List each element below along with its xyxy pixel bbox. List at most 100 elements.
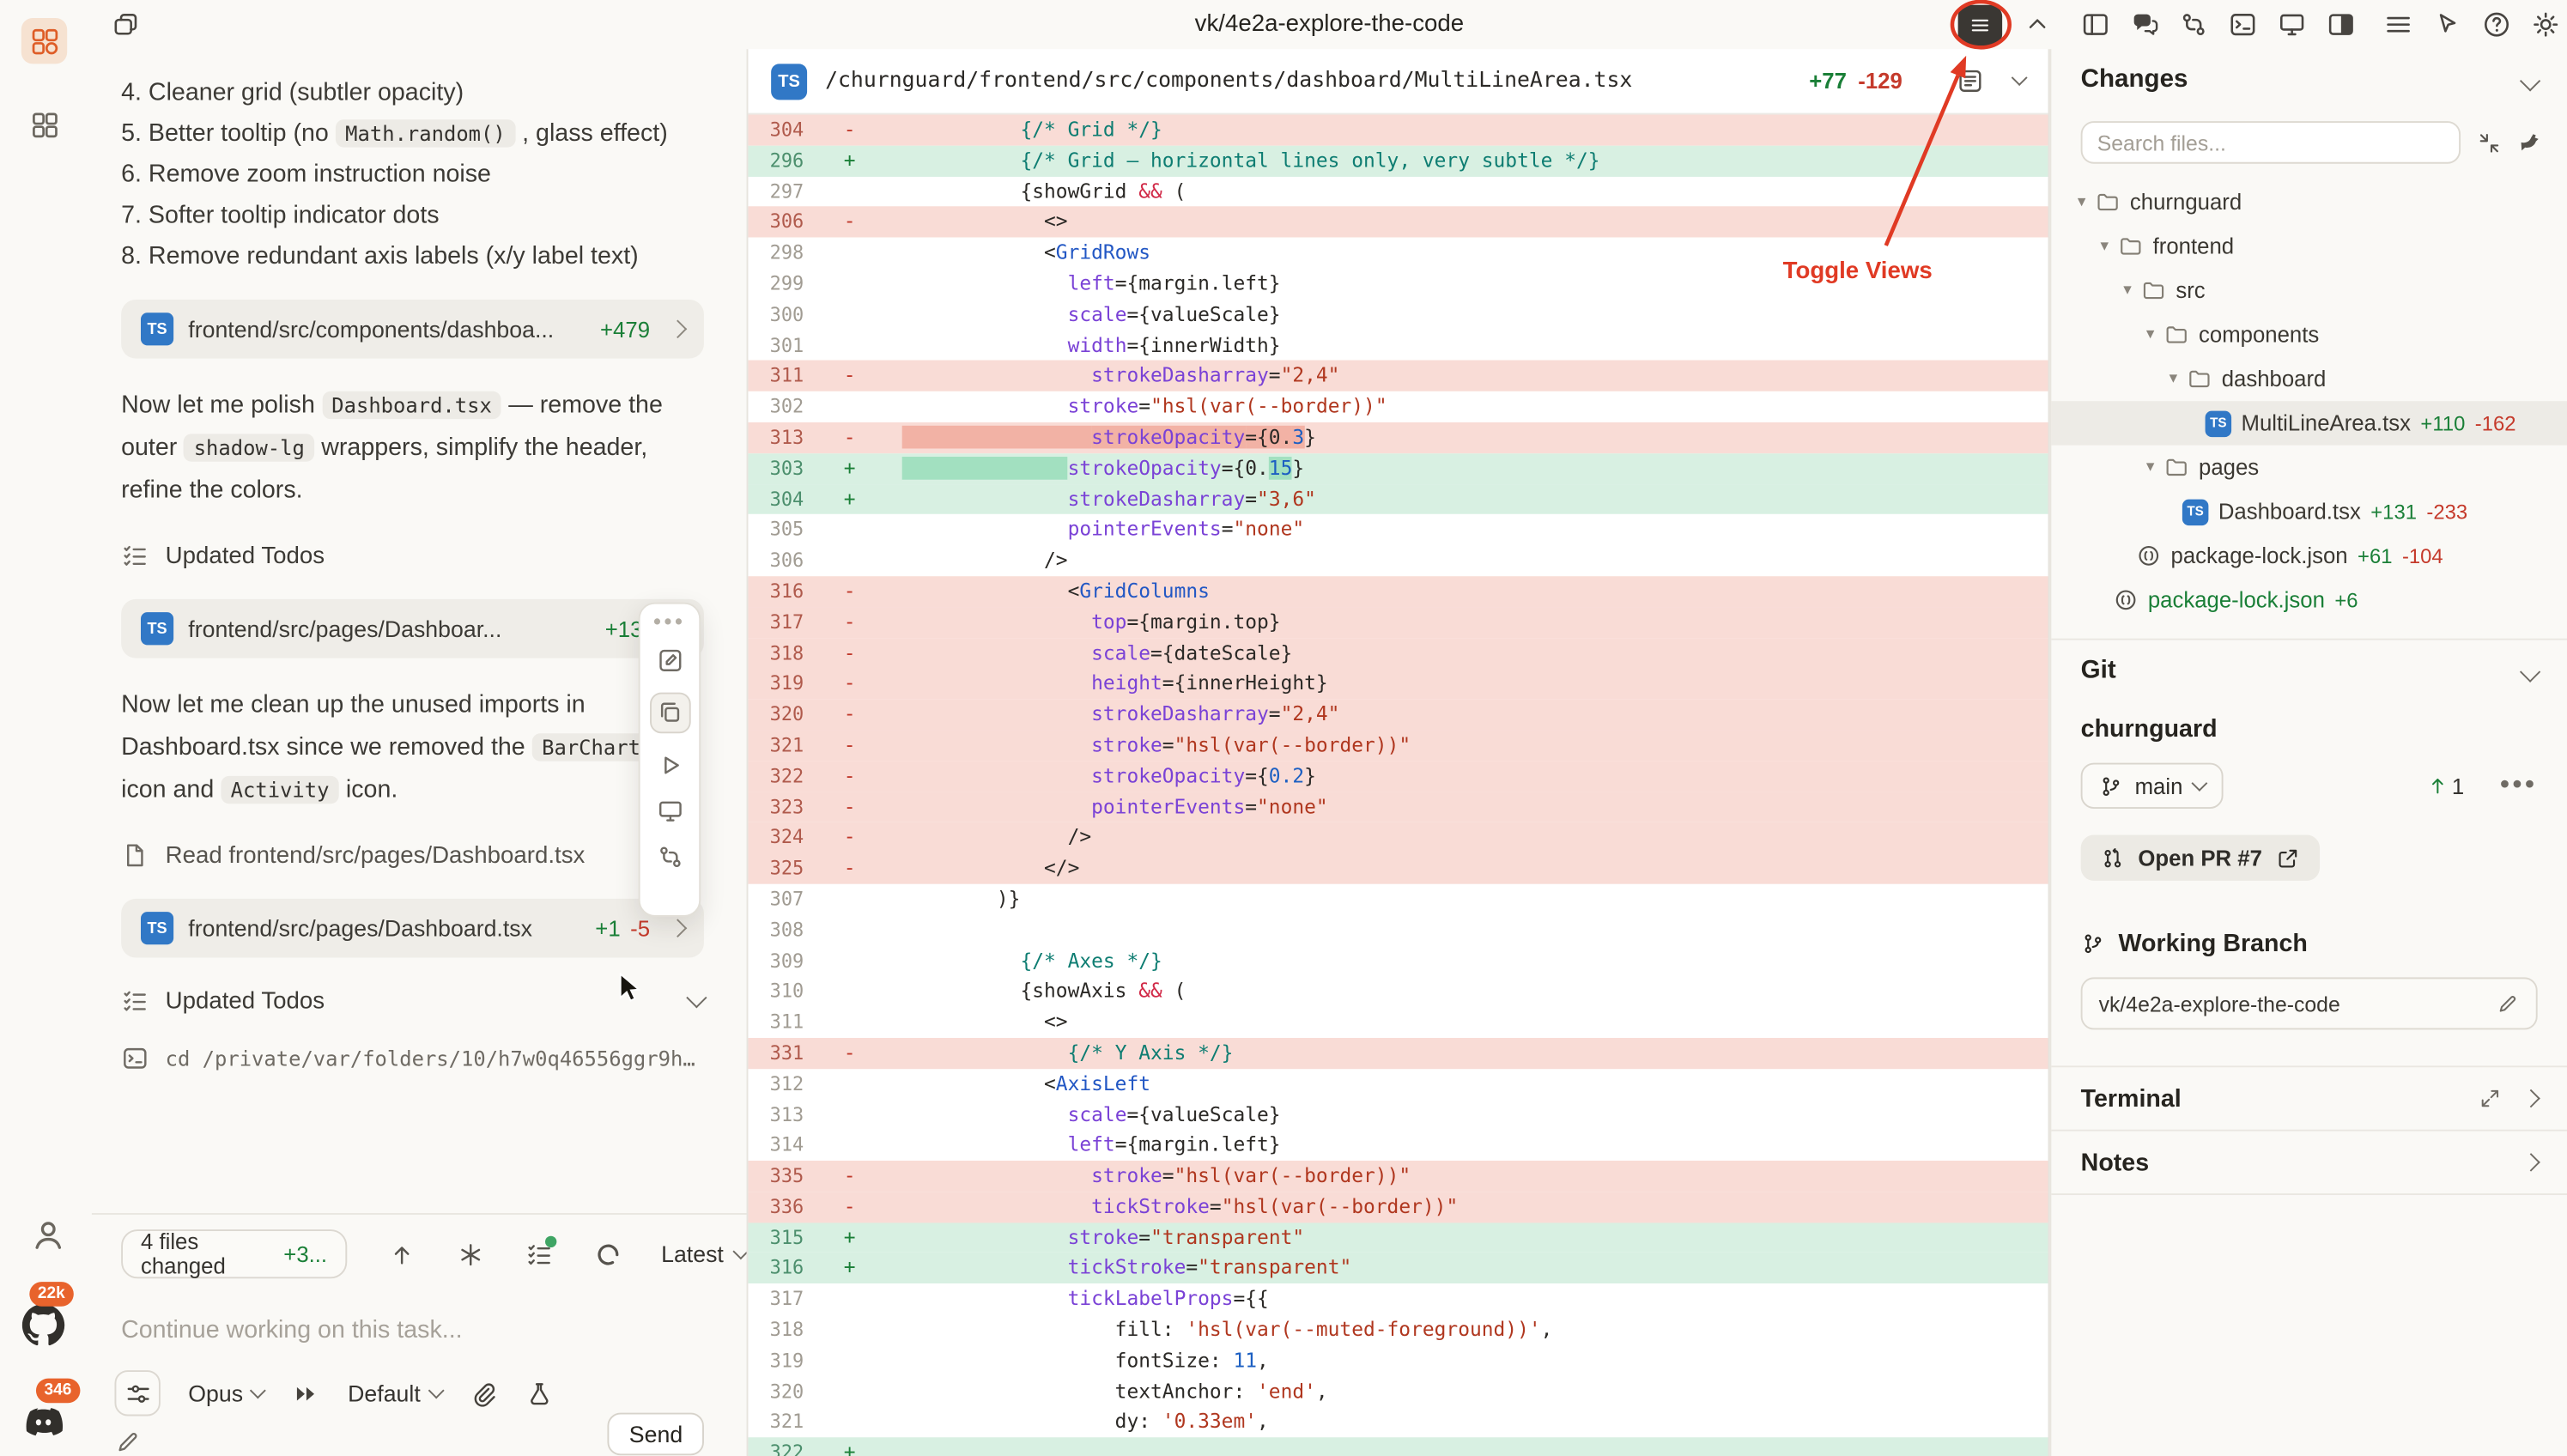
discord-button[interactable] [20, 1397, 65, 1442]
annotation-label: Toggle Views [1783, 258, 1933, 285]
toggle-chat-button[interactable] [2130, 9, 2159, 39]
search-files-input[interactable] [2081, 121, 2461, 164]
send-button[interactable]: Send [608, 1413, 704, 1456]
collapse-tree-button[interactable] [2477, 130, 2502, 155]
tree-folder-row[interactable]: ▾pages [2051, 446, 2567, 489]
mode-dropdown[interactable]: Default [348, 1380, 441, 1407]
tree-file-row[interactable]: package-lock.json+6 [2051, 578, 2567, 622]
model-dropdown[interactable]: Opus [188, 1380, 264, 1407]
fast-forward-button[interactable] [292, 1380, 319, 1407]
diff-line: 308 [748, 914, 2048, 945]
git-more-button[interactable]: ••• [2500, 771, 2538, 800]
expand-icon[interactable] [2479, 1087, 2502, 1110]
model-settings-button[interactable] [114, 1370, 160, 1416]
toggle-diff-button[interactable] [2179, 9, 2208, 39]
palette-diff-button[interactable] [656, 843, 683, 871]
code-text: width={innerWidth} [879, 330, 2048, 361]
code-text: )} [879, 884, 2048, 915]
experiments-button[interactable] [525, 1380, 553, 1407]
toggle-preview-button[interactable] [2277, 9, 2306, 39]
code-text: stroke="hsl(var(--border))" [879, 730, 2048, 761]
todo-label: Updated Todos [166, 543, 325, 569]
attach-button[interactable] [470, 1380, 497, 1407]
chat-input[interactable] [121, 1316, 713, 1344]
palette-copy-button[interactable] [656, 699, 683, 726]
diff-line: 313 scale={valueScale} [748, 1099, 2048, 1130]
watch-mode-button[interactable] [2518, 125, 2545, 160]
auto-mode-button[interactable] [457, 1240, 484, 1267]
tree-folder-row[interactable]: ▾churnguard [2051, 180, 2567, 224]
tree-folder-row[interactable]: ▾dashboard [2051, 357, 2567, 401]
tree-file-row[interactable]: TSDashboard.tsx+131-233 [2051, 489, 2567, 533]
scroll-to-top-button[interactable] [388, 1240, 416, 1267]
diff-line: 307 )} [748, 884, 2048, 915]
account-button[interactable] [25, 1211, 70, 1257]
tree-file-row[interactable]: TSMultiLineArea.tsx+110-162 [2051, 401, 2567, 445]
inline-diff-toggle-button[interactable] [1957, 67, 1984, 94]
collapse-diff-button[interactable] [2013, 66, 2024, 95]
diff-sign [820, 1007, 879, 1038]
diff-sign: - [820, 1038, 879, 1069]
screenshot-root: 22k 346 vk/4e2a-explore-the-code [0, 0, 2567, 1456]
tree-folder-row[interactable]: ▾components [2051, 312, 2567, 356]
toggle-split-view-button[interactable] [2327, 9, 2356, 39]
grid-view-button[interactable] [21, 101, 67, 147]
tree-folder-row[interactable]: ▾frontend [2051, 224, 2567, 268]
tree-file-row[interactable]: package-lock.json+61-104 [2051, 534, 2567, 578]
collapse-icon [2477, 130, 2502, 155]
diff-line: 322+ [748, 1438, 2048, 1456]
diff-sign: + [820, 1253, 879, 1284]
file-path: frontend/src/components/dashboa... [188, 316, 554, 343]
diff-sign [820, 1407, 879, 1438]
help-button[interactable] [2482, 9, 2511, 39]
toggle-views-button[interactable] [1958, 5, 2002, 46]
diff-sign: - [820, 207, 879, 238]
line-number: 304 [748, 484, 820, 515]
file-diff-chip[interactable]: TSfrontend/src/pages/Dashboar...+130-2 [121, 599, 704, 658]
github-button[interactable] [20, 1301, 65, 1347]
palette-rename-button[interactable] [656, 646, 683, 674]
code-text: fill: 'hsl(var(--muted-foreground))', [879, 1314, 2048, 1345]
git-section-header[interactable]: Git [2051, 640, 2567, 702]
todos-button[interactable] [525, 1240, 553, 1267]
pencil-icon[interactable] [2497, 992, 2520, 1016]
line-number: 313 [748, 422, 820, 453]
updated-todos-row[interactable]: Updated Todos [121, 542, 704, 569]
code-text: {/* Y Axis */} [879, 1038, 2048, 1069]
terminal-command-row[interactable]: cd /private/var/folders/10/h7w0q46556ggr… [121, 1045, 704, 1072]
settings-button[interactable] [2531, 9, 2560, 39]
assistant-list-item: 7. Softer tooltip indicator dots [121, 195, 704, 236]
diff-line: 323- pointerEvents="none" [748, 792, 2048, 822]
branch-dropdown[interactable]: main [2081, 763, 2224, 809]
asterisk-icon [457, 1240, 484, 1267]
line-number: 316 [748, 576, 820, 607]
draw-annotation-icon[interactable] [114, 1429, 141, 1456]
collapse-topbar-button[interactable] [2024, 9, 2051, 37]
menu-button[interactable] [2383, 9, 2412, 39]
working-branch-field[interactable]: vk/4e2a-explore-the-code [2081, 977, 2538, 1029]
palette-more-button[interactable]: ••• [653, 616, 685, 628]
file-diff-chip[interactable]: TSfrontend/src/components/dashboa...+479 [121, 300, 704, 359]
line-number: 318 [748, 1314, 820, 1345]
read-file-row[interactable]: Read frontend/src/pages/Dashboard.tsx [121, 841, 704, 869]
updated-todos-row[interactable]: Updated Todos [121, 987, 704, 1015]
toggle-terminal-button[interactable] [2228, 9, 2257, 39]
notes-title: Notes [2081, 1149, 2149, 1176]
terminal-section-header[interactable]: Terminal [2051, 1067, 2567, 1129]
diff-stats: +479 [600, 317, 650, 342]
files-changed-pill[interactable]: 4 files changed +3... [121, 1229, 347, 1278]
changes-section-header[interactable]: Changes [2051, 49, 2567, 111]
file-diff-chip[interactable]: TSfrontend/src/pages/Dashboard.tsx+1-5 [121, 899, 704, 958]
workspace-dashboard-button[interactable] [21, 18, 67, 64]
notes-section-header[interactable]: Notes [2051, 1131, 2567, 1193]
palette-run-button[interactable] [656, 751, 683, 779]
chevron-down-icon [732, 1243, 746, 1259]
assistant-list: 4. Cleaner grid (subtler opacity)5. Bett… [121, 72, 704, 276]
latest-dropdown[interactable]: Latest [661, 1241, 746, 1267]
open-pr-button[interactable]: Open PR #7 [2081, 835, 2320, 881]
pointer-mode-button[interactable] [2433, 9, 2462, 39]
diff-line: 317- top={margin.top} [748, 607, 2048, 638]
tree-folder-row[interactable]: ▾src [2051, 269, 2567, 312]
palette-preview-button[interactable] [656, 798, 683, 825]
toggle-left-panel-button[interactable] [2081, 9, 2110, 39]
